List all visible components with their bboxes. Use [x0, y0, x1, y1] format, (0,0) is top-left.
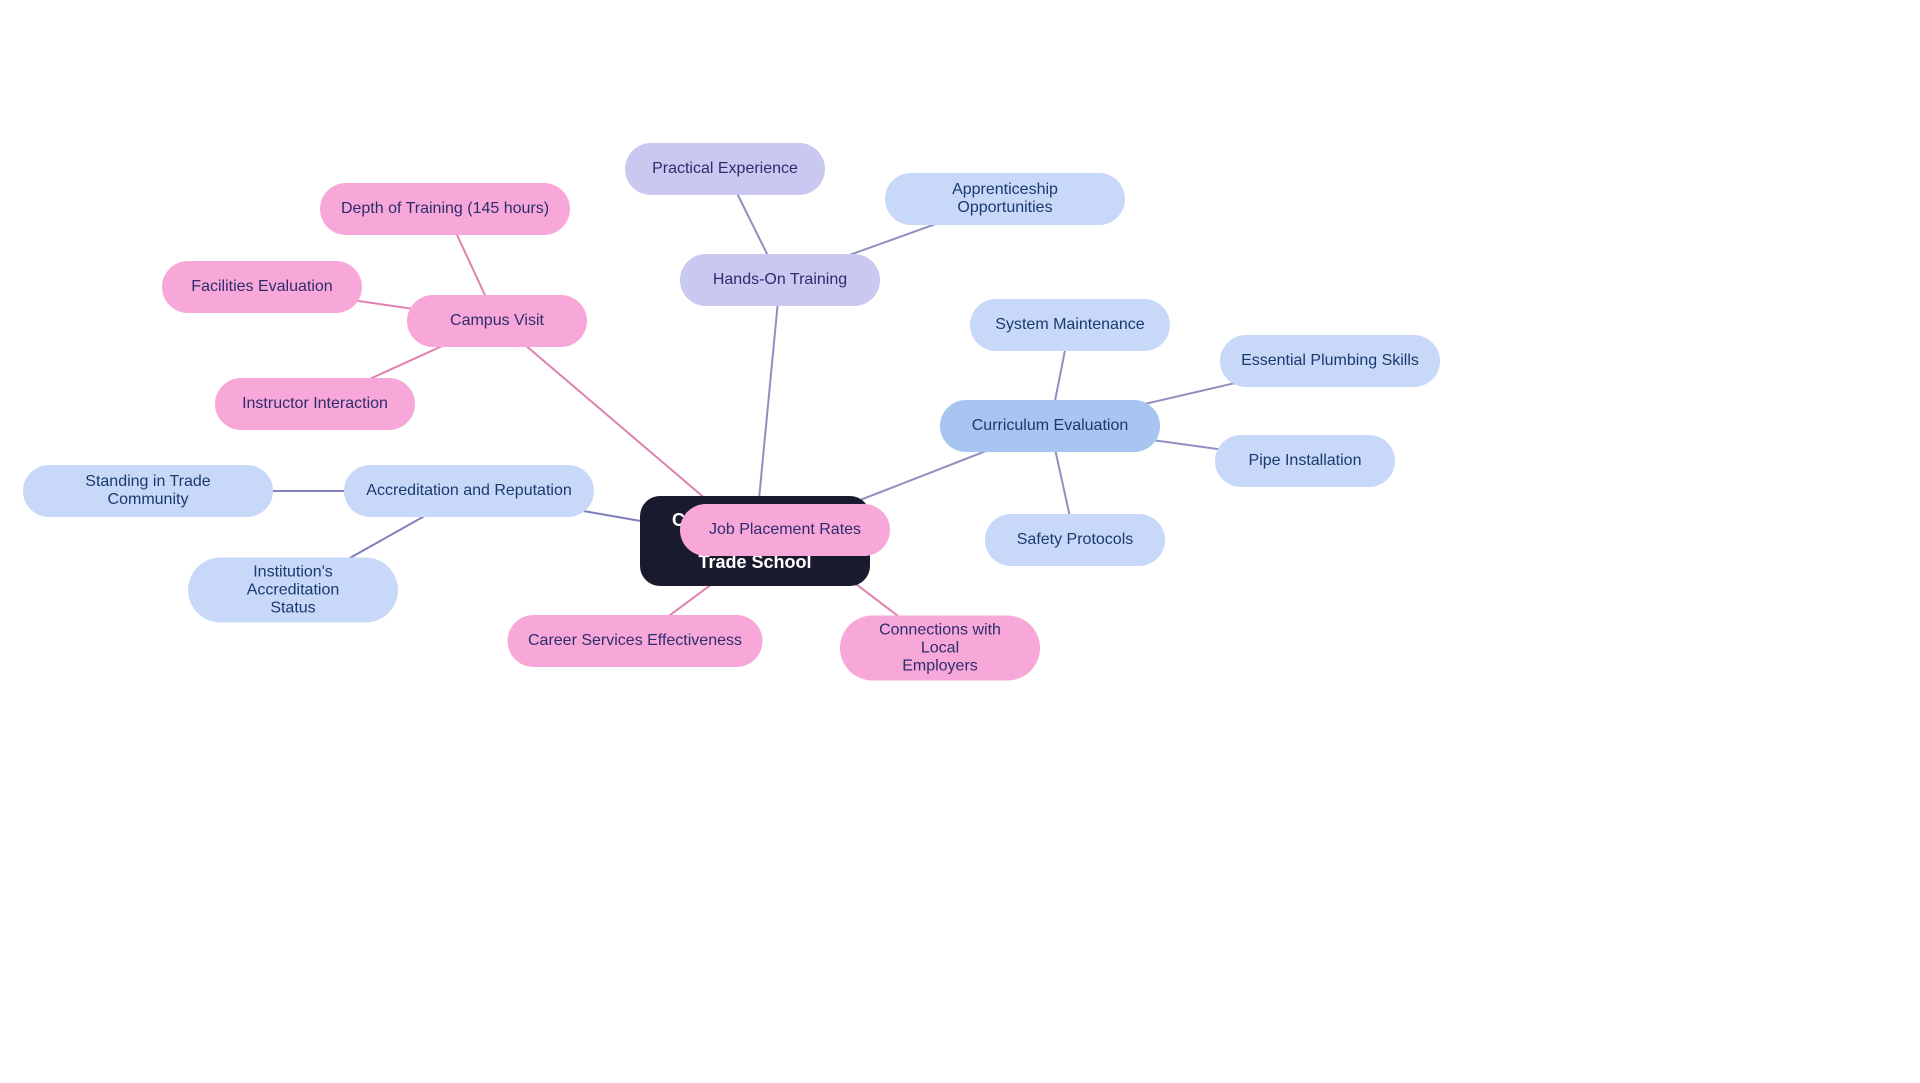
node-system-maintenance: System Maintenance [970, 299, 1170, 351]
node-accreditation-rep: Accreditation and Reputation [344, 465, 594, 517]
node-hands-on-training: Hands-On Training [680, 254, 880, 306]
node-connections-employers: Connections with Local Employers [840, 616, 1040, 681]
node-practical-experience: Practical Experience [625, 143, 825, 195]
node-institution-accred: Institution's Accreditation Status [188, 558, 398, 623]
node-job-placement: Job Placement Rates [680, 504, 890, 556]
node-instructor-interaction: Instructor Interaction [215, 378, 415, 430]
node-career-services: Career Services Effectiveness [508, 615, 763, 667]
node-campus-visit: Campus Visit [407, 295, 587, 347]
node-safety-protocols: Safety Protocols [985, 514, 1165, 566]
node-facilities-eval: Facilities Evaluation [162, 261, 362, 313]
node-depth-training: Depth of Training (145 hours) [320, 183, 570, 235]
node-essential-plumbing: Essential Plumbing Skills [1220, 335, 1440, 387]
mindmap-container: Choosing the Right Plumbing Trade School… [0, 0, 1920, 1083]
node-standing-trade: Standing in Trade Community [23, 465, 273, 517]
node-pipe-installation: Pipe Installation [1215, 435, 1395, 487]
node-apprenticeship: Apprenticeship Opportunities [885, 173, 1125, 225]
connections-svg [0, 0, 1920, 1083]
node-curriculum-eval: Curriculum Evaluation [940, 400, 1160, 452]
